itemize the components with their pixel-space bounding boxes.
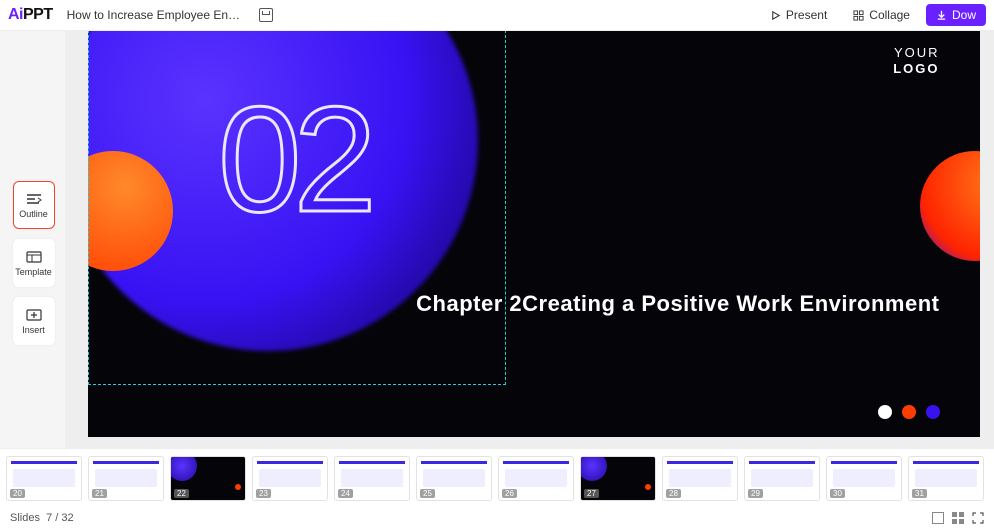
present-button[interactable]: Present [760, 4, 837, 26]
thumbnail-page-number: 25 [420, 489, 435, 498]
status-bar: Slides 7 / 32 [0, 507, 994, 529]
thumbnail[interactable]: 22 [170, 456, 246, 501]
slide-logo-placeholder[interactable]: YOUR LOGO [893, 45, 939, 76]
view-normal-icon[interactable] [932, 512, 944, 524]
thumbnail[interactable]: 21 [88, 456, 164, 501]
big-number-text: 02 [218, 86, 369, 243]
template-label: Template [15, 267, 52, 277]
play-icon [770, 10, 781, 21]
app-logo: AiPPT [8, 6, 53, 24]
thumbnail-page-number: 20 [10, 489, 25, 498]
canvas[interactable]: YOUR LOGO 02 Chapter 2Creating a Positiv… [65, 31, 994, 448]
save-icon[interactable] [259, 8, 273, 22]
chapter-title[interactable]: Chapter 2Creating a Positive Work Enviro… [410, 291, 940, 317]
collage-button[interactable]: Collage [843, 4, 920, 26]
thumbnail[interactable]: 28 [662, 456, 738, 501]
dot-orange [902, 405, 916, 419]
download-button[interactable]: Dow [926, 4, 986, 26]
dot-white [878, 405, 892, 419]
slide[interactable]: YOUR LOGO 02 Chapter 2Creating a Positiv… [88, 31, 980, 437]
thumbnail-page-number: 29 [748, 489, 763, 498]
thumbnail[interactable]: 31 [908, 456, 984, 501]
thumbnail[interactable]: 30 [826, 456, 902, 501]
slide-logo-line2: LOGO [893, 61, 939, 77]
document-title[interactable]: How to Increase Employee Engage… [67, 8, 247, 22]
thumbnail-page-number: 21 [92, 489, 107, 498]
thumbnail[interactable]: 20 [6, 456, 82, 501]
insert-label: Insert [22, 325, 45, 335]
slides-label: Slides [10, 512, 40, 524]
template-button[interactable]: Template [13, 239, 55, 287]
collage-icon [853, 10, 864, 21]
thumbnail-page-number: 27 [584, 489, 599, 498]
template-icon [25, 250, 43, 264]
thumbnail[interactable]: 27 [580, 456, 656, 501]
slide-logo-line1: YOUR [893, 45, 939, 61]
decor-blob-right [920, 151, 980, 261]
outline-label: Outline [19, 209, 48, 219]
thumbnail-page-number: 24 [338, 489, 353, 498]
color-dots [878, 405, 940, 419]
main-area: Outline Template Insert [0, 31, 994, 448]
thumbnail[interactable]: 25 [416, 456, 492, 501]
present-label: Present [786, 8, 827, 22]
total-slides: 32 [61, 512, 73, 524]
thumbnail-page-number: 28 [666, 489, 681, 498]
logo-ai: Ai [8, 6, 23, 24]
sidebar: Outline Template Insert [0, 31, 65, 448]
outline-button[interactable]: Outline [13, 181, 55, 229]
insert-icon [25, 308, 43, 322]
download-icon [936, 10, 947, 21]
thumbnail-page-number: 22 [174, 489, 189, 498]
footer: 20 21 22 23 24 25 26 27 28 29 30 31 Slides 7 / 32 [0, 448, 994, 529]
thumbnail-strip[interactable]: 20 21 22 23 24 25 26 27 28 29 30 31 [0, 449, 994, 507]
dot-blue [926, 405, 940, 419]
view-fullscreen-icon[interactable] [972, 512, 984, 524]
thumbnail-page-number: 30 [830, 489, 845, 498]
thumbnail-page-number: 23 [256, 489, 271, 498]
thumbnail[interactable]: 23 [252, 456, 328, 501]
slide-number[interactable]: 02 [218, 86, 418, 251]
download-label: Dow [952, 8, 976, 22]
header-bar: AiPPT How to Increase Employee Engage… P… [0, 0, 994, 31]
thumbnail-page-number: 31 [912, 489, 927, 498]
insert-button[interactable]: Insert [13, 297, 55, 345]
view-grid-icon[interactable] [952, 512, 964, 524]
outline-icon [25, 192, 43, 206]
view-mode-icons [932, 512, 984, 524]
thumbnail[interactable]: 26 [498, 456, 574, 501]
app-root: AiPPT How to Increase Employee Engage… P… [0, 0, 994, 529]
thumbnail[interactable]: 24 [334, 456, 410, 501]
thumbnail-page-number: 26 [502, 489, 517, 498]
collage-label: Collage [869, 8, 910, 22]
thumbnail[interactable]: 29 [744, 456, 820, 501]
logo-ppt: PPT [23, 6, 53, 24]
